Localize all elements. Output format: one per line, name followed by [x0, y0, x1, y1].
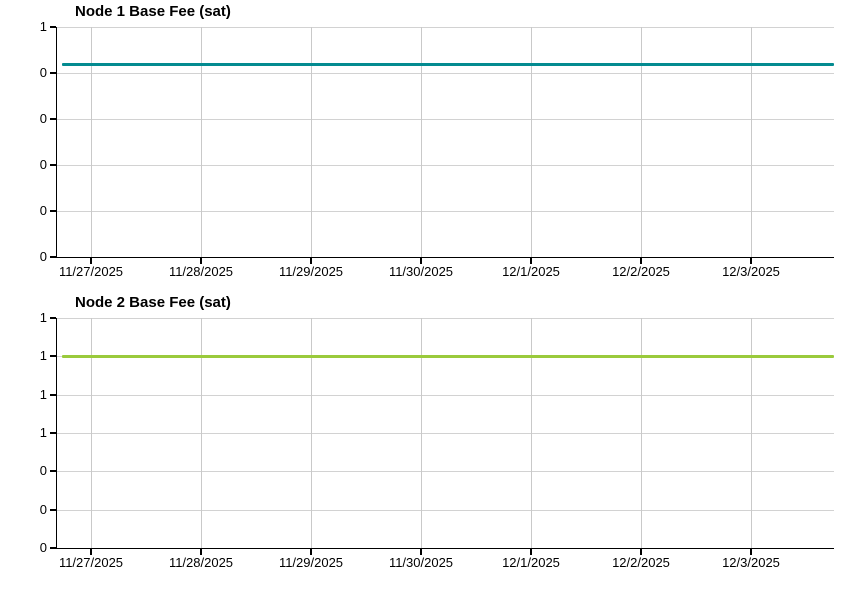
plot-area-node2[interactable]: 1 1 1 1 0 0 0 11/27/2025 11/28/2025 11/2… — [56, 318, 834, 549]
y-axis-label: 1 — [19, 426, 47, 440]
v-gridline — [531, 318, 532, 548]
v-gridline — [201, 318, 202, 548]
h-gridline — [57, 165, 834, 166]
x-axis-date-label: 12/1/2025 — [489, 556, 573, 570]
x-axis-date-label: 12/3/2025 — [709, 556, 793, 570]
x-tick-mark — [310, 257, 312, 264]
h-gridline — [57, 119, 834, 120]
h-gridline — [57, 471, 834, 472]
x-axis-date-label: 12/1/2025 — [489, 265, 573, 279]
x-tick-mark — [310, 548, 312, 555]
x-tick-mark — [530, 257, 532, 264]
y-axis-label: 1 — [19, 349, 47, 363]
x-axis-date-label: 11/30/2025 — [379, 265, 463, 279]
y-tick-mark — [50, 256, 56, 258]
x-axis-date-label: 11/27/2025 — [49, 265, 133, 279]
y-tick-mark — [50, 210, 56, 212]
x-tick-mark — [640, 257, 642, 264]
v-gridline — [311, 318, 312, 548]
v-gridline — [531, 27, 532, 257]
v-gridline — [201, 27, 202, 257]
x-axis-date-label: 11/28/2025 — [159, 556, 243, 570]
h-gridline — [57, 510, 834, 511]
y-axis-label: 1 — [19, 20, 47, 34]
chart-node2-base-fee: Node 2 Base Fee (sat) 1 1 1 1 0 0 0 — [0, 291, 860, 582]
x-tick-mark — [640, 548, 642, 555]
x-axis-date-label: 12/2/2025 — [599, 556, 683, 570]
h-gridline — [57, 27, 834, 28]
v-gridline — [641, 27, 642, 257]
chart-node1-base-fee: Node 1 Base Fee (sat) 1 0 0 0 0 0 — [0, 0, 860, 291]
y-axis-label: 1 — [19, 311, 47, 325]
h-gridline — [57, 433, 834, 434]
x-axis-date-label: 11/30/2025 — [379, 556, 463, 570]
y-axis-label: 0 — [19, 112, 47, 126]
y-tick-mark — [50, 394, 56, 396]
y-axis-label: 0 — [19, 541, 47, 555]
x-axis-date-label: 11/29/2025 — [269, 556, 353, 570]
x-tick-mark — [90, 257, 92, 264]
chart-title: Node 1 Base Fee (sat) — [75, 3, 231, 21]
y-axis-label: 0 — [19, 66, 47, 80]
v-gridline — [421, 318, 422, 548]
v-gridline — [421, 27, 422, 257]
x-tick-mark — [90, 548, 92, 555]
v-gridline — [751, 318, 752, 548]
h-gridline — [57, 395, 834, 396]
y-tick-mark — [50, 164, 56, 166]
x-tick-mark — [200, 548, 202, 555]
y-tick-mark — [50, 118, 56, 120]
y-tick-mark — [50, 470, 56, 472]
h-gridline — [57, 211, 834, 212]
v-gridline — [91, 27, 92, 257]
x-tick-mark — [420, 257, 422, 264]
x-tick-mark — [750, 257, 752, 264]
y-tick-mark — [50, 547, 56, 549]
y-axis-label: 0 — [19, 250, 47, 264]
y-tick-mark — [50, 26, 56, 28]
y-axis-label: 1 — [19, 388, 47, 402]
x-axis-date-label: 12/3/2025 — [709, 265, 793, 279]
x-axis-date-label: 11/29/2025 — [269, 265, 353, 279]
y-tick-mark — [50, 317, 56, 319]
series-line-node2-base-fee — [62, 355, 834, 358]
plot-area-node1[interactable]: 1 0 0 0 0 0 11/27/2025 11/28/2025 11/29/… — [56, 27, 834, 258]
v-gridline — [751, 27, 752, 257]
x-axis-date-label: 11/27/2025 — [49, 556, 133, 570]
v-gridline — [91, 318, 92, 548]
y-tick-mark — [50, 72, 56, 74]
chart-title: Node 2 Base Fee (sat) — [75, 294, 231, 312]
x-tick-mark — [750, 548, 752, 555]
x-axis-date-label: 11/28/2025 — [159, 265, 243, 279]
v-gridline — [641, 318, 642, 548]
y-axis-label: 0 — [19, 158, 47, 172]
x-tick-mark — [420, 548, 422, 555]
y-tick-mark — [50, 432, 56, 434]
x-tick-mark — [200, 257, 202, 264]
h-gridline — [57, 318, 834, 319]
h-gridline — [57, 73, 834, 74]
x-tick-mark — [530, 548, 532, 555]
y-axis-label: 0 — [19, 503, 47, 517]
series-line-node1-base-fee — [62, 63, 834, 66]
y-axis-label: 0 — [19, 464, 47, 478]
y-axis-label: 0 — [19, 204, 47, 218]
v-gridline — [311, 27, 312, 257]
y-tick-mark — [50, 509, 56, 511]
x-axis-date-label: 12/2/2025 — [599, 265, 683, 279]
y-tick-mark — [50, 355, 56, 357]
